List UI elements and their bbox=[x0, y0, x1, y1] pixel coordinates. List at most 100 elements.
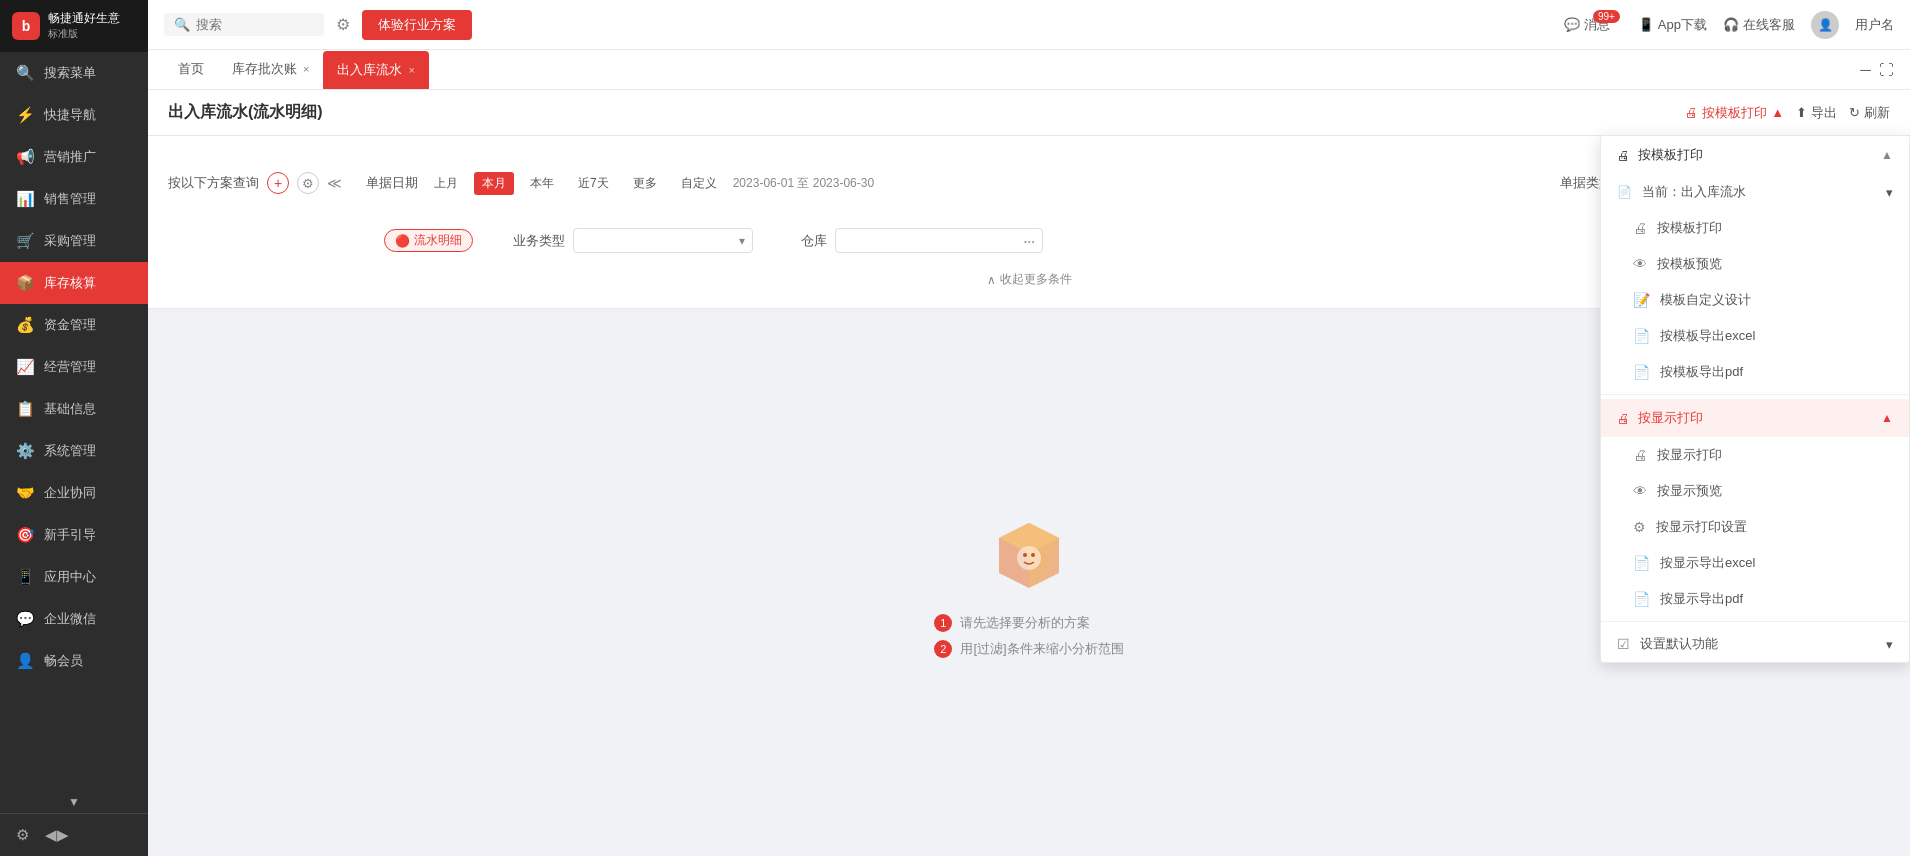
refresh-icon: ↻ bbox=[1849, 105, 1860, 120]
dropdown-item-template-print[interactable]: 🖨 按模板打印 bbox=[1601, 210, 1909, 246]
date-btn-this-year[interactable]: 本年 bbox=[522, 172, 562, 195]
filter-tag-icon: 🔴 bbox=[395, 234, 410, 248]
sidebar-nav: 🔍 搜索菜单 ⚡ 快捷导航 📢 营销推广 📊 销售管理 🛒 采购管理 📦 库存核… bbox=[0, 52, 148, 791]
trial-btn[interactable]: 体验行业方案 bbox=[362, 10, 472, 40]
dropdown-item-display-preview-label: 按显示预览 bbox=[1657, 482, 1722, 500]
sidebar-item-label: 快捷导航 bbox=[44, 106, 96, 124]
dropdown-default-icon: ☑ bbox=[1617, 636, 1630, 652]
sidebar-item-operation[interactable]: 📈 经营管理 bbox=[0, 346, 148, 388]
dropdown-item-display-pdf[interactable]: 📄 按显示导出pdf bbox=[1601, 581, 1909, 617]
sidebar-item-label: 系统管理 bbox=[44, 442, 96, 460]
topbar-search-icon: 🔍 bbox=[174, 17, 190, 32]
dropdown-item-label: 按模板打印 bbox=[1657, 219, 1722, 237]
printer-icon: 🖨 bbox=[1685, 105, 1698, 120]
topbar-search-input[interactable] bbox=[196, 17, 296, 32]
date-btn-last-month[interactable]: 上月 bbox=[426, 172, 466, 195]
dropdown-header-display[interactable]: 🖨 按显示打印 ▲ bbox=[1601, 399, 1909, 437]
tab-batch-label: 库存批次账 bbox=[232, 60, 297, 78]
tabs-actions: ─ ⛶ bbox=[1860, 61, 1894, 78]
finance-icon: 💰 bbox=[16, 316, 34, 334]
sidebar-item-purchase[interactable]: 🛒 采购管理 bbox=[0, 220, 148, 262]
sidebar-item-finance[interactable]: 💰 资金管理 bbox=[0, 304, 148, 346]
phone-icon: 📱 bbox=[1638, 17, 1654, 32]
inventory-icon: 📦 bbox=[16, 274, 34, 292]
dropdown-item-display-settings-label: 按显示打印设置 bbox=[1656, 518, 1747, 536]
dropdown-default-label: 设置默认功能 bbox=[1640, 635, 1718, 653]
export-label: 导出 bbox=[1811, 104, 1837, 122]
dropdown-item-template-customize[interactable]: 📝 模板自定义设计 bbox=[1601, 282, 1909, 318]
refresh-label: 刷新 bbox=[1864, 104, 1890, 122]
message-btn[interactable]: 💬 消息 99+ bbox=[1564, 16, 1610, 34]
collapse-btn[interactable]: ∧ 收起更多条件 bbox=[987, 271, 1072, 288]
sidebar-item-system[interactable]: ⚙️ 系统管理 bbox=[0, 430, 148, 472]
dropdown-current-label: 当前：出入库流水 bbox=[1642, 183, 1746, 201]
sidebar-item-appstore[interactable]: 📱 应用中心 bbox=[0, 556, 148, 598]
sidebar-item-cooperation[interactable]: 🤝 企业协同 bbox=[0, 472, 148, 514]
sidebar-item-wechat[interactable]: 💬 企业微信 bbox=[0, 598, 148, 640]
export-btn[interactable]: ⬆ 导出 bbox=[1796, 104, 1837, 122]
refresh-btn[interactable]: ↻ 刷新 bbox=[1849, 104, 1890, 122]
filter-add-btn[interactable]: + bbox=[267, 172, 289, 194]
tab-batch-close[interactable]: × bbox=[303, 63, 309, 75]
dropdown-current[interactable]: 📄 当前：出入库流水 ▾ bbox=[1601, 174, 1909, 210]
sidebar-toggle-icon[interactable]: ◀▶ bbox=[45, 826, 69, 844]
sidebar-item-label: 采购管理 bbox=[44, 232, 96, 250]
tab-batch[interactable]: 库存批次账 × bbox=[218, 50, 323, 90]
dropdown-item-display-settings[interactable]: ⚙ 按显示打印设置 bbox=[1601, 509, 1909, 545]
user-avatar[interactable]: 👤 bbox=[1811, 11, 1839, 39]
tab-home[interactable]: 首页 bbox=[164, 50, 218, 90]
dropdown-item-display-preview[interactable]: 👁 按显示预览 bbox=[1601, 473, 1909, 509]
date-range: 2023-06-01 至 2023-06-30 bbox=[733, 175, 874, 192]
logo-icon: b bbox=[12, 12, 40, 40]
sidebar-item-member[interactable]: 👤 畅会员 bbox=[0, 640, 148, 682]
dropdown-header-template[interactable]: 🖨 按模板打印 ▲ bbox=[1601, 136, 1909, 174]
online-service-btn[interactable]: 🎧 在线客服 bbox=[1723, 16, 1795, 34]
sidebar-item-marketing[interactable]: 📢 营销推广 bbox=[0, 136, 148, 178]
business-type-select[interactable] bbox=[573, 228, 753, 253]
tab-minimize-btn[interactable]: ─ bbox=[1860, 61, 1871, 78]
dropdown-item-display-print[interactable]: 🖨 按显示打印 bbox=[1601, 437, 1909, 473]
sidebar-item-label: 经营管理 bbox=[44, 358, 96, 376]
dropdown-item-template-excel[interactable]: 📄 按模板导出excel bbox=[1601, 318, 1909, 354]
dropdown-item-template-preview[interactable]: 👁 按模板预览 bbox=[1601, 246, 1909, 282]
sidebar-item-basic[interactable]: 📋 基础信息 bbox=[0, 388, 148, 430]
topbar-gear-icon[interactable]: ⚙ bbox=[336, 15, 350, 34]
warehouse-label: 仓库 bbox=[801, 232, 827, 250]
sidebar-item-inventory[interactable]: 📦 库存核算 bbox=[0, 262, 148, 304]
date-btn-more[interactable]: 更多 bbox=[625, 172, 665, 195]
dropdown-panel: 🖨 按模板打印 ▲ 📄 当前：出入库流水 ▾ 🖨 按模板打印 👁 按模板预览 bbox=[1600, 135, 1910, 663]
dropdown-item-template-pdf[interactable]: 📄 按模板导出pdf bbox=[1601, 354, 1909, 390]
tab-flow-close[interactable]: × bbox=[408, 64, 414, 76]
dropdown-item-display-excel-icon: 📄 bbox=[1633, 555, 1650, 571]
settings-icon[interactable]: ⚙ bbox=[16, 826, 29, 844]
dropdown-item-customize-label: 模板自定义设计 bbox=[1660, 291, 1751, 309]
sidebar-item-guide[interactable]: 🎯 新手引导 bbox=[0, 514, 148, 556]
dropdown-current-icon: 📄 bbox=[1617, 185, 1632, 199]
dropdown-default-chevron: ▾ bbox=[1886, 637, 1893, 652]
topbar-search-box[interactable]: 🔍 bbox=[164, 13, 324, 36]
sidebar-item-search[interactable]: 🔍 搜索菜单 bbox=[0, 52, 148, 94]
dropdown-item-display-settings-icon: ⚙ bbox=[1633, 519, 1646, 535]
sidebar-item-label: 企业微信 bbox=[44, 610, 96, 628]
filter-collapse-icon[interactable]: ≪ bbox=[327, 175, 342, 191]
sidebar-item-label: 新手引导 bbox=[44, 526, 96, 544]
template-print-btn[interactable]: 🖨 按模板打印 ▲ bbox=[1685, 104, 1784, 122]
chevron-up-icon: ∧ bbox=[987, 273, 996, 287]
message-icon: 💬 bbox=[1564, 17, 1580, 32]
filter-settings-btn[interactable]: ⚙ bbox=[297, 172, 319, 194]
dropdown-item-display-excel[interactable]: 📄 按显示导出excel bbox=[1601, 545, 1909, 581]
step-2-text: 用[过滤]条件来缩小分析范围 bbox=[960, 640, 1123, 658]
dropdown-set-default[interactable]: ☑ 设置默认功能 ▾ bbox=[1601, 626, 1909, 662]
tab-flow-label: 出入库流水 bbox=[337, 61, 402, 79]
warehouse-input[interactable] bbox=[835, 228, 1043, 253]
date-btn-last7[interactable]: 近7天 bbox=[570, 172, 617, 195]
app-version: 标准版 bbox=[48, 27, 120, 41]
date-btn-this-month[interactable]: 本月 bbox=[474, 172, 514, 195]
tab-maximize-btn[interactable]: ⛶ bbox=[1879, 61, 1894, 78]
app-download-btn[interactable]: 📱 App下载 bbox=[1638, 16, 1707, 34]
svg-point-3 bbox=[1017, 546, 1041, 570]
date-btn-custom[interactable]: 自定义 bbox=[673, 172, 725, 195]
sidebar-item-sales[interactable]: 📊 销售管理 bbox=[0, 178, 148, 220]
sidebar-item-quick-nav[interactable]: ⚡ 快捷导航 bbox=[0, 94, 148, 136]
tab-flow[interactable]: 出入库流水 × bbox=[323, 51, 428, 89]
